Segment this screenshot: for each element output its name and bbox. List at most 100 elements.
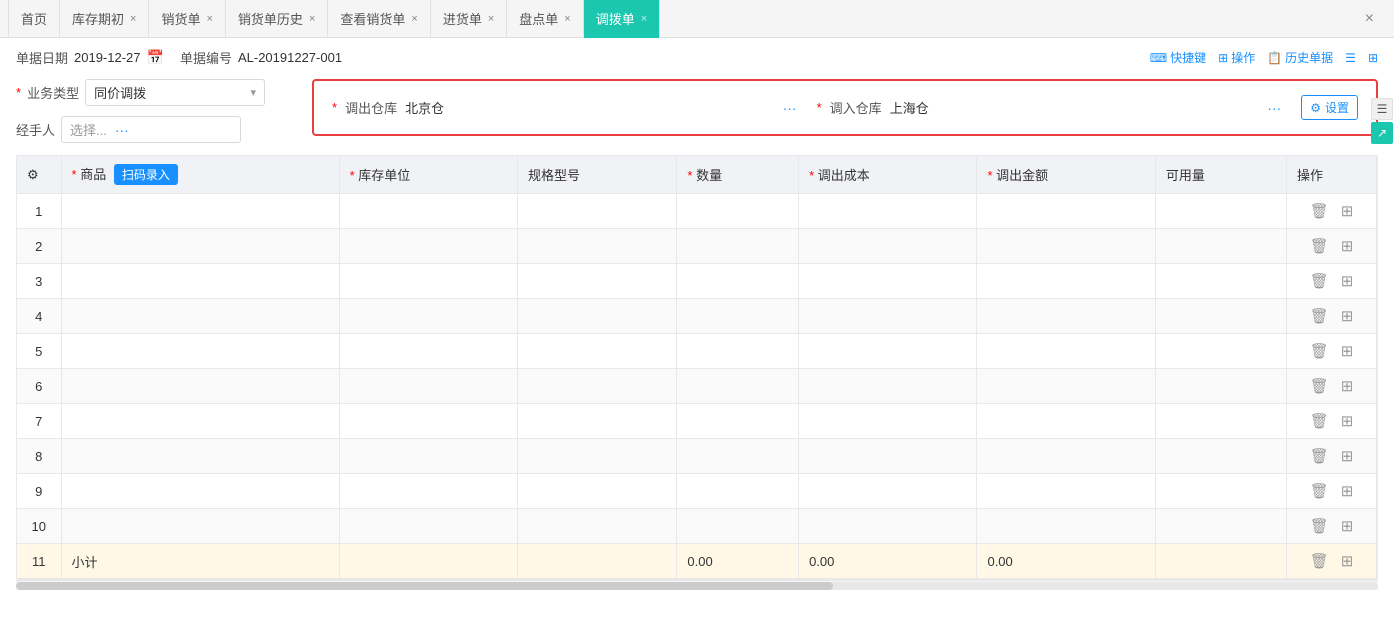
shortcut-button[interactable]: ⌨ 快捷键 — [1150, 49, 1206, 66]
handler-more-icon[interactable]: ··· — [115, 122, 129, 138]
cell-cost[interactable] — [799, 229, 977, 264]
cell-amount[interactable] — [977, 369, 1155, 404]
delete-icon[interactable]: 🗑 — [1308, 270, 1331, 292]
cell-product[interactable] — [61, 439, 339, 474]
cell-qty[interactable] — [677, 439, 799, 474]
delete-icon[interactable]: 🗑 — [1308, 550, 1331, 572]
copy-icon[interactable]: ⊞ — [1339, 305, 1356, 327]
cell-spec[interactable] — [517, 474, 676, 509]
copy-icon[interactable]: ⊞ — [1339, 200, 1356, 222]
layout1-button[interactable]: ☰ — [1345, 51, 1356, 65]
copy-icon[interactable]: ⊞ — [1339, 375, 1356, 397]
cell-amount[interactable] — [977, 264, 1155, 299]
copy-icon[interactable]: ⊞ — [1339, 235, 1356, 257]
cell-cost[interactable] — [799, 334, 977, 369]
scroll-area[interactable] — [16, 580, 1378, 590]
business-type-select[interactable]: 同价调拨 ▾ — [85, 79, 265, 106]
cell-product[interactable] — [61, 369, 339, 404]
delete-icon[interactable]: 🗑 — [1308, 515, 1331, 537]
tab-transfer-close[interactable]: × — [641, 13, 647, 25]
cell-qty[interactable] — [677, 229, 799, 264]
window-close-button[interactable]: × — [1353, 0, 1386, 38]
cell-unit[interactable] — [339, 194, 517, 229]
copy-icon[interactable]: ⊞ — [1339, 445, 1356, 467]
cell-unit[interactable] — [339, 509, 517, 544]
cell-product[interactable] — [61, 334, 339, 369]
cell-cost[interactable] — [799, 299, 977, 334]
cell-cost[interactable] — [799, 509, 977, 544]
cell-spec[interactable] — [517, 334, 676, 369]
cell-amount[interactable] — [977, 474, 1155, 509]
calendar-icon[interactable]: 📅 — [147, 49, 164, 66]
settings-button[interactable]: ⚙ 设置 — [1301, 95, 1358, 120]
cell-spec[interactable] — [517, 439, 676, 474]
delete-icon[interactable]: 🗑 — [1308, 200, 1331, 222]
tab-inventory-init[interactable]: 库存期初 × — [60, 0, 149, 38]
delete-icon[interactable]: 🗑 — [1308, 375, 1331, 397]
tab-transfer[interactable]: 调拨单 × — [584, 0, 660, 38]
delete-icon[interactable]: 🗑 — [1308, 480, 1331, 502]
cell-amount[interactable] — [977, 334, 1155, 369]
cell-product[interactable] — [61, 229, 339, 264]
delete-icon[interactable]: 🗑 — [1308, 410, 1331, 432]
cell-product[interactable] — [61, 264, 339, 299]
cell-spec[interactable] — [517, 264, 676, 299]
tab-sales-order-close[interactable]: × — [206, 13, 212, 25]
delete-icon[interactable]: 🗑 — [1308, 445, 1331, 467]
cell-amount[interactable] — [977, 194, 1155, 229]
copy-icon[interactable]: ⊞ — [1339, 410, 1356, 432]
tab-home[interactable]: 首页 — [8, 0, 60, 38]
out-warehouse-more-icon[interactable]: ··· — [783, 100, 797, 116]
handler-input[interactable]: 选择... ··· — [61, 116, 241, 143]
tab-inventory-init-close[interactable]: × — [130, 13, 136, 25]
cell-spec[interactable] — [517, 369, 676, 404]
cell-qty[interactable] — [677, 509, 799, 544]
cell-spec[interactable] — [517, 509, 676, 544]
cell-amount[interactable] — [977, 439, 1155, 474]
cell-amount[interactable] — [977, 229, 1155, 264]
cell-qty[interactable] — [677, 474, 799, 509]
copy-icon[interactable]: ⊞ — [1339, 340, 1356, 362]
cell-cost[interactable] — [799, 474, 977, 509]
cell-product[interactable] — [61, 194, 339, 229]
cell-product[interactable] — [61, 299, 339, 334]
cell-product[interactable] — [61, 509, 339, 544]
tab-stocktake-close[interactable]: × — [564, 13, 570, 25]
cell-qty[interactable] — [677, 299, 799, 334]
scan-button[interactable]: 扫码录入 — [114, 164, 178, 185]
cell-cost[interactable] — [799, 369, 977, 404]
delete-icon[interactable]: 🗑 — [1308, 305, 1331, 327]
in-warehouse-more-icon[interactable]: ··· — [1267, 100, 1281, 116]
tab-view-sales[interactable]: 查看销货单 × — [328, 0, 430, 38]
tab-purchase-close[interactable]: × — [488, 13, 494, 25]
copy-icon[interactable]: ⊞ — [1339, 515, 1356, 537]
cell-unit[interactable] — [339, 369, 517, 404]
cell-cost[interactable] — [799, 404, 977, 439]
copy-icon[interactable]: ⊞ — [1339, 270, 1356, 292]
sidebar-list-icon[interactable]: ☰ — [1371, 98, 1393, 120]
cell-cost[interactable] — [799, 264, 977, 299]
tab-sales-history-close[interactable]: × — [309, 13, 315, 25]
tab-sales-history[interactable]: 销货单历史 × — [226, 0, 328, 38]
cell-cost[interactable] — [799, 194, 977, 229]
operate-button[interactable]: ⊞ 操作 — [1218, 49, 1255, 66]
cell-qty[interactable] — [677, 194, 799, 229]
cell-qty[interactable] — [677, 334, 799, 369]
tab-purchase[interactable]: 进货单 × — [431, 0, 507, 38]
cell-cost[interactable] — [799, 439, 977, 474]
cell-unit[interactable] — [339, 334, 517, 369]
cell-spec[interactable] — [517, 404, 676, 439]
cell-unit[interactable] — [339, 474, 517, 509]
cell-product[interactable] — [61, 404, 339, 439]
cell-qty[interactable] — [677, 264, 799, 299]
delete-icon[interactable]: 🗑 — [1308, 235, 1331, 257]
cell-amount[interactable] — [977, 404, 1155, 439]
cell-unit[interactable] — [339, 264, 517, 299]
copy-icon[interactable]: ⊞ — [1339, 550, 1356, 572]
sidebar-export-icon[interactable]: ↗ — [1371, 122, 1393, 144]
cell-unit[interactable] — [339, 404, 517, 439]
cell-unit[interactable] — [339, 299, 517, 334]
copy-icon[interactable]: ⊞ — [1339, 480, 1356, 502]
cell-product[interactable] — [61, 474, 339, 509]
tab-stocktake[interactable]: 盘点单 × — [507, 0, 583, 38]
